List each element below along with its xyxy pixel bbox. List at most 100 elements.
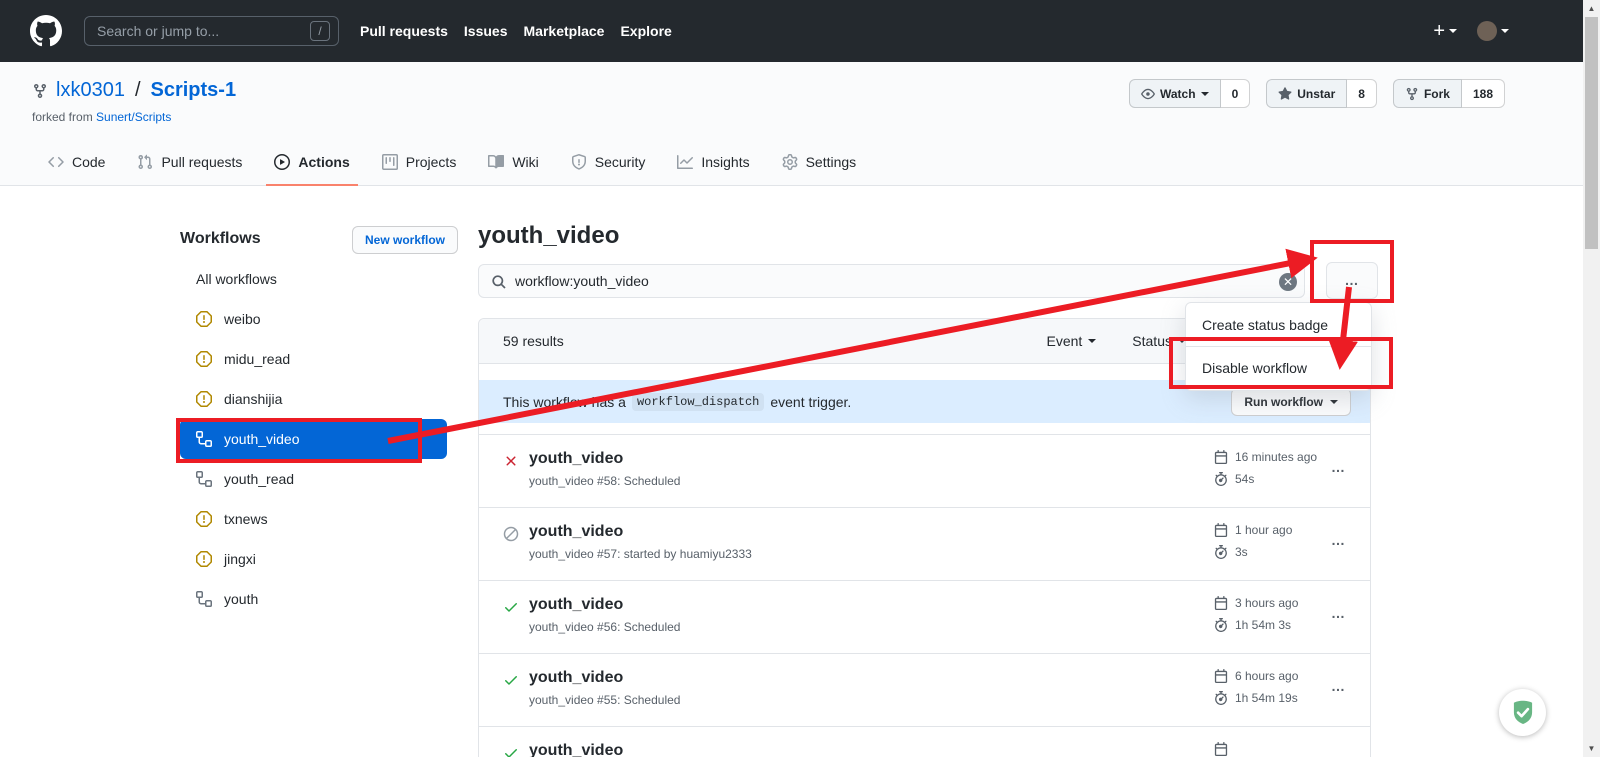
nav-pull-requests[interactable]: Pull requests bbox=[360, 23, 448, 39]
watch-label: Watch bbox=[1160, 87, 1196, 101]
run-options-button[interactable] bbox=[1331, 459, 1346, 477]
graph-icon bbox=[677, 154, 693, 170]
tab-settings[interactable]: Settings bbox=[774, 140, 865, 186]
run-row[interactable]: youth_video youth_video #55: Scheduled 6… bbox=[479, 653, 1370, 726]
tab-label: Code bbox=[72, 154, 105, 170]
calendar-icon bbox=[1214, 523, 1228, 537]
run-title-link[interactable]: youth_video bbox=[529, 450, 680, 468]
pull-request-icon bbox=[137, 154, 153, 170]
watch-count[interactable]: 0 bbox=[1221, 79, 1251, 108]
user-menu-button[interactable] bbox=[1477, 21, 1509, 41]
run-options-button[interactable] bbox=[1331, 605, 1346, 623]
page-title: youth_video bbox=[478, 222, 619, 250]
fork-count[interactable]: 188 bbox=[1462, 79, 1505, 108]
clear-search-icon[interactable]: ✕ bbox=[1279, 273, 1297, 291]
alert-icon bbox=[196, 391, 212, 407]
run-row[interactable]: youth_video youth_video #58: Scheduled 1… bbox=[479, 434, 1370, 507]
status-filter-button[interactable]: Status bbox=[1132, 333, 1186, 349]
github-logo-icon[interactable] bbox=[30, 15, 62, 47]
forked-from-label: forked from bbox=[32, 110, 93, 124]
workflow-options-button[interactable] bbox=[1326, 262, 1378, 299]
header-search-input[interactable]: Search or jump to... / bbox=[84, 16, 339, 46]
run-subtitle: youth_video #56: Scheduled bbox=[529, 620, 680, 634]
run-meta: 1 hour ago 3s bbox=[1214, 521, 1292, 565]
scrollbar-thumb[interactable] bbox=[1585, 17, 1598, 249]
tab-security[interactable]: Security bbox=[563, 140, 654, 186]
watch-button[interactable]: Watch 0 bbox=[1129, 79, 1250, 108]
workflow-options-menu: Create status badge Disable workflow bbox=[1185, 302, 1372, 391]
run-duration: 1h 54m 3s bbox=[1235, 618, 1291, 632]
avatar bbox=[1477, 21, 1497, 41]
tab-label: Actions bbox=[298, 154, 349, 170]
sidebar-item-all-workflows[interactable]: All workflows bbox=[180, 259, 447, 299]
sidebar-item-youth-read[interactable]: youth_read bbox=[180, 459, 447, 499]
slash-shortcut-badge: / bbox=[310, 21, 330, 41]
scroll-down-icon[interactable]: ▼ bbox=[1583, 740, 1600, 757]
run-row[interactable]: youth_video youth_video #56: Scheduled 3… bbox=[479, 580, 1370, 653]
stopwatch-icon bbox=[1214, 691, 1228, 705]
run-options-button[interactable] bbox=[1331, 678, 1346, 696]
run-options-button[interactable] bbox=[1331, 532, 1346, 550]
forked-from-link[interactable]: Sunert/Scripts bbox=[96, 110, 171, 124]
tab-label: Settings bbox=[806, 154, 857, 170]
sidebar-item-youth[interactable]: youth bbox=[180, 579, 447, 619]
workflow-icon bbox=[196, 431, 212, 447]
run-row[interactable]: youth_video youth_video #57: started by … bbox=[479, 507, 1370, 580]
tab-actions[interactable]: Actions bbox=[266, 140, 357, 186]
nav-explore[interactable]: Explore bbox=[620, 23, 671, 39]
sidebar-item-dianshijia[interactable]: dianshijia bbox=[180, 379, 447, 419]
sidebar-item-midu-read[interactable]: midu_read bbox=[180, 339, 447, 379]
run-title-link[interactable]: youth_video bbox=[529, 669, 680, 687]
event-filter-button[interactable]: Event bbox=[1046, 333, 1096, 349]
unstar-button[interactable]: Unstar 8 bbox=[1266, 79, 1377, 108]
search-input[interactable] bbox=[479, 265, 1304, 297]
nav-issues[interactable]: Issues bbox=[464, 23, 508, 39]
scroll-up-icon[interactable]: ▲ bbox=[1583, 0, 1600, 17]
plus-icon: + bbox=[1433, 21, 1445, 41]
repo-action-buttons: Watch 0 Unstar 8 Fork 188 bbox=[1129, 79, 1505, 108]
menu-item-disable-workflow[interactable]: Disable workflow bbox=[1186, 351, 1371, 385]
repo-path-separator: / bbox=[135, 79, 141, 102]
stopwatch-icon bbox=[1214, 545, 1228, 559]
run-subtitle: youth_video #57: started by huamiyu2333 bbox=[529, 547, 752, 561]
github-actions-page: Search or jump to... / Pull requests Iss… bbox=[0, 0, 1600, 757]
run-workflow-button[interactable]: Run workflow bbox=[1231, 388, 1351, 416]
run-options-button[interactable] bbox=[1331, 751, 1346, 757]
tab-label: Pull requests bbox=[161, 154, 242, 170]
run-title-link[interactable]: youth_video bbox=[529, 596, 680, 614]
menu-item-create-status-badge[interactable]: Create status badge bbox=[1186, 308, 1371, 342]
run-row[interactable]: youth_video bbox=[479, 726, 1370, 757]
nav-marketplace[interactable]: Marketplace bbox=[524, 23, 605, 39]
kebab-icon bbox=[1331, 605, 1346, 622]
sidebar-item-label: All workflows bbox=[196, 271, 277, 287]
tab-projects[interactable]: Projects bbox=[374, 140, 465, 186]
run-time-ago: 1 hour ago bbox=[1235, 523, 1292, 537]
cancelled-icon bbox=[503, 526, 519, 542]
run-title-link[interactable]: youth_video bbox=[529, 742, 623, 757]
star-count[interactable]: 8 bbox=[1347, 79, 1377, 108]
kebab-icon bbox=[1331, 459, 1346, 476]
workflow-icon bbox=[196, 591, 212, 607]
create-new-button[interactable]: + bbox=[1433, 21, 1457, 41]
repo-name-link[interactable]: Scripts-1 bbox=[151, 79, 237, 102]
event-filter-label: Event bbox=[1046, 333, 1082, 349]
fork-button[interactable]: Fork 188 bbox=[1393, 79, 1505, 108]
repo-owner-link[interactable]: lxk0301 bbox=[56, 79, 125, 102]
caret-down-icon bbox=[1449, 29, 1457, 33]
calendar-icon bbox=[1214, 742, 1228, 756]
tab-wiki[interactable]: Wiki bbox=[480, 140, 546, 186]
new-workflow-button[interactable]: New workflow bbox=[352, 226, 458, 254]
check-success-icon bbox=[503, 672, 519, 688]
tab-code[interactable]: Code bbox=[40, 140, 113, 186]
run-title-link[interactable]: youth_video bbox=[529, 523, 752, 541]
sidebar-item-jingxi[interactable]: jingxi bbox=[180, 539, 447, 579]
sidebar-item-txnews[interactable]: txnews bbox=[180, 499, 447, 539]
adguard-shield-button[interactable] bbox=[1499, 689, 1546, 736]
sidebar-item-weibo[interactable]: weibo bbox=[180, 299, 447, 339]
notice-code: workflow_dispatch bbox=[632, 393, 764, 411]
sidebar-item-label: midu_read bbox=[224, 351, 290, 367]
scrollbar[interactable]: ▲ ▼ bbox=[1583, 0, 1600, 757]
sidebar-item-youth-video[interactable]: youth_video bbox=[180, 419, 447, 459]
tab-pull-requests[interactable]: Pull requests bbox=[129, 140, 250, 186]
tab-insights[interactable]: Insights bbox=[669, 140, 757, 186]
